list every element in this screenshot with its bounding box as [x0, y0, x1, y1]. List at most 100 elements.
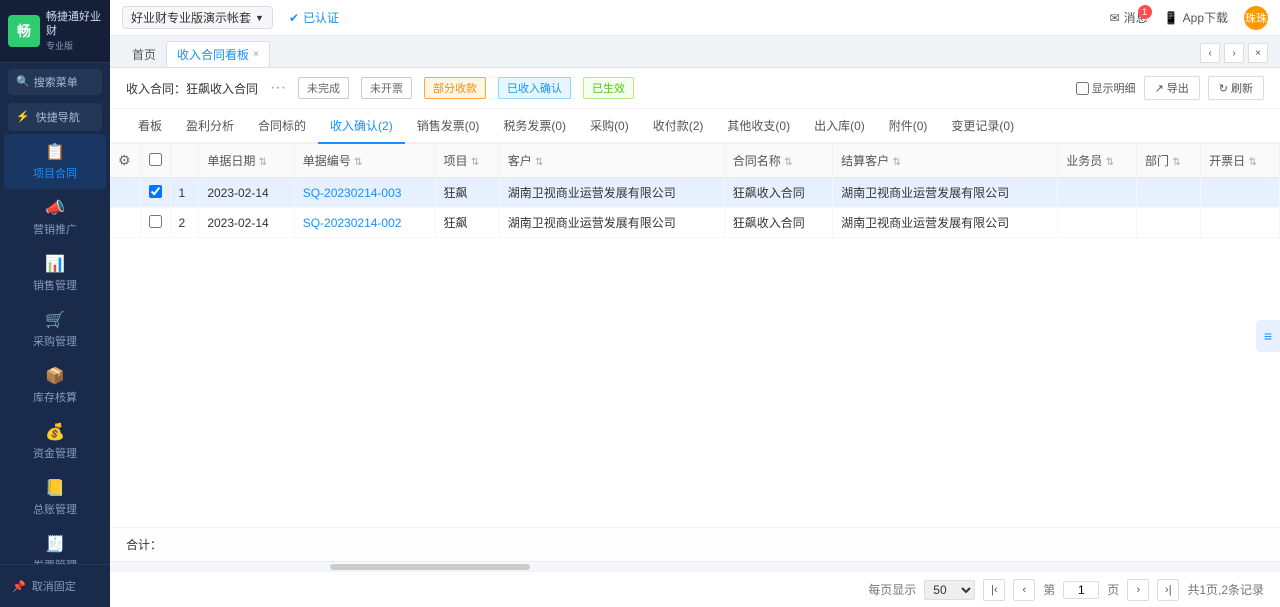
sidebar-item-sales[interactable]: 📊 销售管理: [4, 246, 106, 301]
th-project[interactable]: 项目 ⇅: [435, 144, 499, 178]
sort-billno-icon[interactable]: ⇅: [354, 157, 362, 168]
status-revenue-confirmed[interactable]: 已收入确认: [498, 77, 571, 99]
sort-dept-icon[interactable]: ⇅: [1172, 157, 1180, 168]
sort-date-icon[interactable]: ⇅: [259, 157, 267, 168]
status-not-invoiced[interactable]: 未开票: [361, 77, 412, 99]
avatar: 珠珠: [1244, 6, 1268, 30]
settings-icon[interactable]: ⚙: [118, 152, 131, 168]
sales-icon: 📊: [45, 254, 65, 274]
per-page-label: 每页显示: [868, 581, 916, 598]
sidebar-item-purchase-label: 采购管理: [33, 333, 77, 349]
bill-no-link[interactable]: SQ-20230214-002: [303, 216, 402, 230]
quick-nav-button[interactable]: ⚡ 快捷导航: [8, 103, 102, 131]
sidebar-item-purchase[interactable]: 🛒 采购管理: [4, 302, 106, 357]
row-bill-no: SQ-20230214-002: [294, 208, 435, 238]
th-row-num: [170, 144, 199, 178]
tab-kanban[interactable]: 看板: [126, 109, 174, 144]
export-button[interactable]: ↗ 导出: [1144, 76, 1200, 100]
th-bill-date[interactable]: 开票日 ⇅: [1201, 144, 1280, 178]
next-page-button[interactable]: ›: [1127, 579, 1149, 601]
topbar: 好业财专业版演示帐套 ▼ ✔ 已认证 ✉ 消息 1 📱 App下载 珠珠: [110, 0, 1280, 36]
company-selector[interactable]: 好业财专业版演示帐套 ▼: [122, 6, 273, 29]
row-checkbox[interactable]: [149, 185, 162, 198]
status-not-complete[interactable]: 未完成: [298, 77, 349, 99]
tab-change-log[interactable]: 变更记录(0): [939, 109, 1026, 144]
tab-payment[interactable]: 收付款(2): [641, 109, 716, 144]
scrollbar-area[interactable]: [110, 561, 1280, 571]
pagination: 每页显示 50 20 100 |‹ ‹ 第 页 › ›| 共1页,2条记录: [110, 571, 1280, 607]
sidebar-item-inventory[interactable]: 📦 库存核算: [4, 358, 106, 413]
th-salesman[interactable]: 业务员 ⇅: [1058, 144, 1137, 178]
per-page-select[interactable]: 50 20 100: [924, 580, 975, 600]
cancel-pin-button[interactable]: 📌 取消固定: [8, 573, 102, 599]
th-checkbox: [140, 144, 170, 178]
bill-no-link[interactable]: SQ-20230214-003: [303, 186, 402, 200]
sidebar-item-invoice-label: 发票管理: [33, 557, 77, 564]
page-suffix-label: 页: [1107, 581, 1119, 598]
sort-salesman-icon[interactable]: ⇅: [1106, 157, 1114, 168]
sidebar-item-marketing-label: 营销推广: [33, 221, 77, 237]
tab-attachment[interactable]: 附件(0): [877, 109, 940, 144]
tab-target[interactable]: 合同标的: [246, 109, 318, 144]
sort-customer-icon[interactable]: ⇅: [535, 157, 543, 168]
tab-tax-invoice[interactable]: 税务发票(0): [491, 109, 578, 144]
pin-icon: 📌: [12, 580, 26, 593]
certified-label: 已认证: [303, 9, 339, 26]
tab-sales-invoice[interactable]: 销售发票(0): [405, 109, 492, 144]
message-button[interactable]: ✉ 消息 1: [1110, 9, 1148, 26]
tab-prev-button[interactable]: ‹: [1200, 43, 1220, 63]
general-icon: 📒: [45, 478, 65, 498]
row-checkbox[interactable]: [149, 215, 162, 228]
show-detail-checkbox-label[interactable]: 显示明细: [1076, 80, 1136, 96]
sort-settle-icon[interactable]: ⇅: [892, 157, 900, 168]
app-download-button[interactable]: 📱 App下载: [1164, 9, 1228, 26]
refresh-button[interactable]: ↻ 刷新: [1208, 76, 1264, 100]
tab-next-button[interactable]: ›: [1224, 43, 1244, 63]
tab-other[interactable]: 其他收支(0): [715, 109, 802, 144]
active-tab[interactable]: 收入合同看板 ×: [166, 41, 270, 67]
th-dept[interactable]: 部门 ⇅: [1136, 144, 1200, 178]
tab-inout[interactable]: 出入库(0): [802, 109, 877, 144]
home-tab-label: 首页: [132, 48, 156, 62]
tab-revenue[interactable]: 收入确认(2): [318, 109, 405, 144]
page-number-input[interactable]: [1063, 581, 1099, 599]
tab-purchase[interactable]: 采购(0): [578, 109, 641, 144]
sidebar-item-project[interactable]: 📋 项目合同: [4, 134, 106, 189]
status-effective[interactable]: 已生效: [583, 77, 634, 99]
th-bill-no[interactable]: 单据编号 ⇅: [294, 144, 435, 178]
row-salesman: [1058, 178, 1137, 208]
last-page-button[interactable]: ›|: [1157, 579, 1179, 601]
select-all-checkbox[interactable]: [149, 153, 162, 166]
chevron-down-icon: ▼: [255, 13, 264, 23]
side-action-bar: ≡: [1256, 320, 1280, 352]
th-customer[interactable]: 客户 ⇅: [499, 144, 724, 178]
search-menu-button[interactable]: 🔍 搜索菜单: [8, 69, 102, 95]
tab-close-all-button[interactable]: ×: [1248, 43, 1268, 63]
show-detail-checkbox[interactable]: [1076, 82, 1089, 95]
sidebar-item-marketing[interactable]: 📣 营销推广: [4, 190, 106, 245]
sidebar-item-capital[interactable]: 💰 资金管理: [4, 414, 106, 469]
tab-profit[interactable]: 盈利分析: [174, 109, 246, 144]
active-tab-label: 收入合同看板: [177, 46, 249, 63]
th-date[interactable]: 单据日期 ⇅: [199, 144, 294, 178]
row-contract: 狂飙收入合同: [724, 208, 832, 238]
row-checkbox-cell: [140, 208, 170, 238]
th-contract[interactable]: 合同名称 ⇅: [724, 144, 832, 178]
export-icon: ↗: [1155, 82, 1164, 95]
close-tab-button[interactable]: ×: [253, 49, 259, 60]
more-button[interactable]: ···: [270, 79, 286, 97]
status-partial-receipt[interactable]: 部分收款: [424, 77, 486, 99]
user-avatar-button[interactable]: 珠珠: [1244, 6, 1268, 30]
home-tab[interactable]: 首页: [122, 42, 166, 67]
scrollbar-thumb[interactable]: [330, 564, 530, 570]
sort-contract-icon[interactable]: ⇅: [784, 157, 792, 168]
sidebar-item-general[interactable]: 📒 总账管理: [4, 470, 106, 525]
th-settle-customer[interactable]: 结算客户 ⇅: [833, 144, 1058, 178]
first-page-button[interactable]: |‹: [983, 579, 1005, 601]
side-action-btn[interactable]: ≡: [1256, 320, 1280, 352]
sidebar-item-invoice[interactable]: 🧾 发票管理: [4, 526, 106, 564]
prev-page-button[interactable]: ‹: [1013, 579, 1035, 601]
sort-billdate-icon[interactable]: ⇅: [1249, 157, 1257, 168]
phone-icon: 📱: [1164, 11, 1179, 25]
sort-project-icon[interactable]: ⇅: [471, 157, 479, 168]
